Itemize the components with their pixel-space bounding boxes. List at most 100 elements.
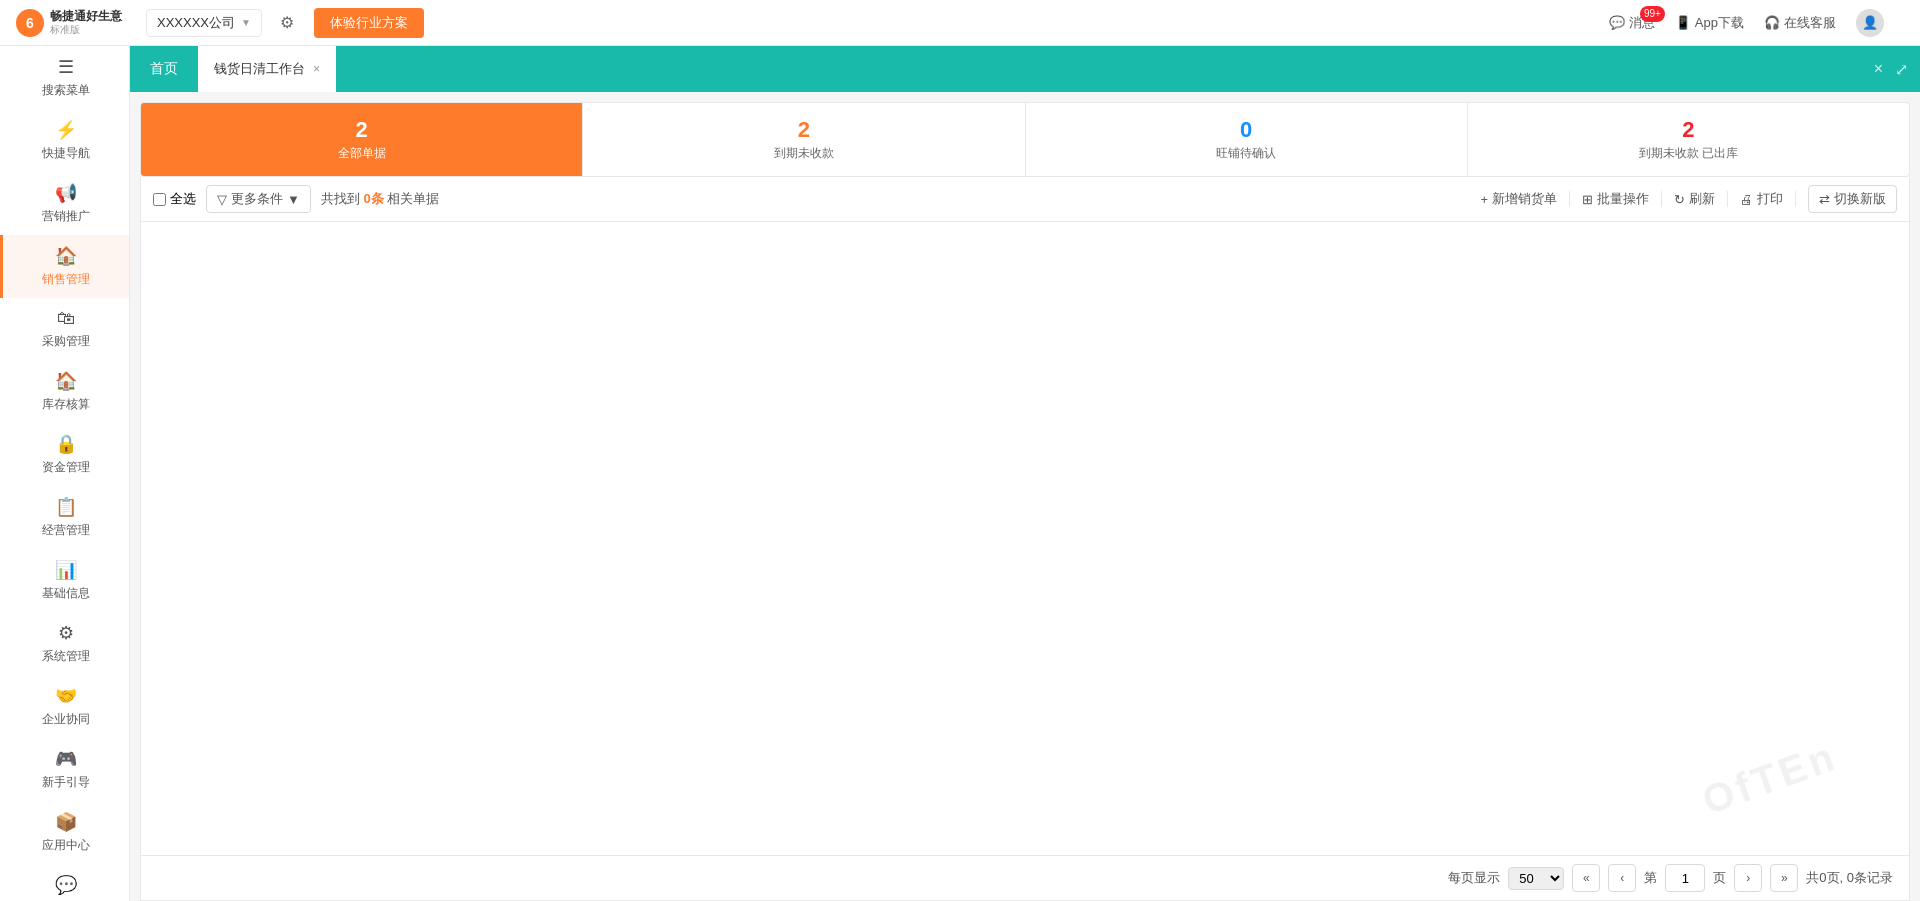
sidebar-label-operations: 经营管理	[42, 522, 90, 539]
settings-button[interactable]: ⚙	[272, 8, 302, 38]
sidebar-item-search-menu[interactable]: ☰ 搜索菜单	[0, 46, 129, 109]
tab-workbench-label: 钱货日清工作台	[214, 60, 305, 78]
sidebar-label-finance: 资金管理	[42, 459, 90, 476]
headset-icon: 🎧	[1764, 15, 1780, 30]
last-page-button[interactable]: »	[1770, 864, 1798, 892]
total-info: 共0页, 0条记录	[1806, 869, 1893, 887]
sidebar-item-wechat[interactable]: 💬 企业微信	[0, 864, 129, 901]
page-number-input[interactable]	[1665, 864, 1705, 892]
marketing-icon: 📢	[55, 182, 77, 204]
app-download-button[interactable]: 📱 App下载	[1675, 14, 1744, 32]
sidebar: ☰ 搜索菜单 ⚡ 快捷导航 📢 营销推广 🏠 销售管理 🛍 采购管理 🏠 库存核…	[0, 46, 130, 901]
select-all-text: 全选	[170, 190, 196, 208]
quick-nav-icon: ⚡	[55, 119, 77, 141]
stat-indicator-2	[1026, 173, 1467, 176]
divider2	[1661, 191, 1662, 207]
main-content: 首页 钱货日清工作台 × × ⤢ 2 全部单据 2 到期未收款 0 旺铺待确认	[130, 46, 1920, 901]
tab-workbench[interactable]: 钱货日清工作台 ×	[198, 46, 336, 92]
sidebar-item-app-center[interactable]: 📦 应用中心	[0, 801, 129, 864]
inventory-icon: 🏠	[55, 370, 77, 392]
app-center-icon: 📦	[55, 811, 77, 833]
next-page-button[interactable]: ›	[1734, 864, 1762, 892]
sidebar-item-quick-nav[interactable]: ⚡ 快捷导航	[0, 109, 129, 172]
basic-info-icon: 📊	[55, 559, 77, 581]
stat-label-3: 到期未收款 已出库	[1639, 145, 1738, 162]
company-name: XXXXXX公司	[157, 14, 235, 32]
sidebar-item-inventory[interactable]: 🏠 库存核算	[0, 360, 129, 423]
refresh-button[interactable]: ↻ 刷新	[1674, 190, 1715, 208]
switch-label: 切换新版	[1834, 190, 1886, 208]
print-button[interactable]: 🖨 打印	[1740, 190, 1783, 208]
tab-maximize-icon[interactable]: ⤢	[1895, 60, 1908, 79]
tab-bar: 首页 钱货日清工作台 × × ⤢	[130, 46, 1920, 92]
filter-button[interactable]: ▽ 更多条件 ▼	[206, 185, 311, 213]
content-area: 2 全部单据 2 到期未收款 0 旺铺待确认 2 到期未收款 已出库 全选	[130, 92, 1920, 901]
refresh-label: 刷新	[1689, 190, 1715, 208]
logo-sub: 标准版	[50, 24, 122, 36]
table-area	[140, 222, 1910, 856]
sidebar-item-enterprise[interactable]: 🤝 企业协同	[0, 675, 129, 738]
sidebar-item-guide[interactable]: 🎮 新手引导	[0, 738, 129, 801]
first-page-icon: «	[1583, 871, 1590, 885]
prev-page-icon: ‹	[1620, 871, 1624, 885]
add-label: 新增销货单	[1492, 190, 1557, 208]
company-selector[interactable]: XXXXXX公司 ▼	[146, 9, 262, 37]
last-page-icon: »	[1781, 871, 1788, 885]
stat-indicator-3	[1468, 173, 1909, 176]
sidebar-label-quick-nav: 快捷导航	[42, 145, 90, 162]
sidebar-label-enterprise: 企业协同	[42, 711, 90, 728]
sidebar-item-purchase[interactable]: 🛍 采购管理	[0, 298, 129, 360]
sidebar-item-system[interactable]: ⚙ 系统管理	[0, 612, 129, 675]
messages-button[interactable]: 💬 消息 99+	[1609, 14, 1655, 32]
sidebar-item-marketing[interactable]: 📢 营销推广	[0, 172, 129, 235]
trial-button[interactable]: 体验行业方案	[314, 8, 424, 38]
avatar[interactable]: 👤	[1856, 9, 1884, 37]
batch-icon: ⊞	[1582, 192, 1593, 207]
app-download-icon: 📱	[1675, 15, 1691, 30]
select-all-label[interactable]: 全选	[153, 190, 196, 208]
refresh-icon: ↻	[1674, 192, 1685, 207]
toolbar-right: + 新增销货单 ⊞ 批量操作 ↻ 刷新 🖨	[1480, 185, 1897, 213]
sidebar-item-operations[interactable]: 📋 经营管理	[0, 486, 129, 549]
found-count: 0条	[364, 191, 384, 206]
found-suffix: 相关单据	[387, 191, 439, 206]
stat-card-1[interactable]: 2 到期未收款	[583, 103, 1025, 176]
sidebar-item-finance[interactable]: 🔒 资金管理	[0, 423, 129, 486]
stat-number-2: 0	[1240, 117, 1252, 143]
messages-badge: 99+	[1640, 6, 1665, 22]
sidebar-item-sales[interactable]: 🏠 销售管理	[0, 235, 129, 298]
stat-card-0[interactable]: 2 全部单据	[141, 103, 583, 176]
app-layout: ☰ 搜索菜单 ⚡ 快捷导航 📢 营销推广 🏠 销售管理 🛍 采购管理 🏠 库存核…	[0, 46, 1920, 901]
batch-label: 批量操作	[1597, 190, 1649, 208]
tab-home[interactable]: 首页	[130, 46, 198, 92]
toolbar: 全选 ▽ 更多条件 ▼ 共找到 0条 相关单据 + 新增销货单	[140, 177, 1910, 222]
tab-actions: × ⤢	[1862, 60, 1920, 79]
add-icon: +	[1480, 192, 1488, 207]
dropdown-arrow-icon: ▼	[241, 17, 251, 28]
top-bar: 6 畅捷通好生意 标准版 XXXXXX公司 ▼ ⚙ 体验行业方案 💬 消息 99…	[0, 0, 1920, 46]
logo-main: 畅捷通好生意	[50, 9, 122, 23]
stat-indicator-0	[141, 173, 582, 176]
batch-operation-button[interactable]: ⊞ 批量操作	[1582, 190, 1649, 208]
sidebar-label-system: 系统管理	[42, 648, 90, 665]
prev-page-button[interactable]: ‹	[1608, 864, 1636, 892]
first-page-button[interactable]: «	[1572, 864, 1600, 892]
divider	[1569, 191, 1570, 207]
tab-close-icon[interactable]: ×	[313, 62, 320, 76]
settings-icon: ⚙	[280, 13, 294, 32]
stat-card-2[interactable]: 0 旺铺待确认	[1026, 103, 1468, 176]
pagination: 每页显示 50 100 200 « ‹ 第 页 ›	[140, 856, 1910, 901]
stat-label-0: 全部单据	[338, 145, 386, 162]
add-sale-button[interactable]: + 新增销货单	[1480, 190, 1557, 208]
search-menu-icon: ☰	[58, 56, 74, 78]
select-all-checkbox[interactable]	[153, 193, 166, 206]
sidebar-item-basic-info[interactable]: 📊 基础信息	[0, 549, 129, 612]
stat-number-1: 2	[798, 117, 810, 143]
stat-card-3[interactable]: 2 到期未收款 已出库	[1468, 103, 1909, 176]
online-service-button[interactable]: 🎧 在线客服	[1764, 14, 1836, 32]
stat-number-0: 2	[356, 117, 368, 143]
sidebar-label-basic-info: 基础信息	[42, 585, 90, 602]
per-page-select[interactable]: 50 100 200	[1508, 867, 1564, 890]
tab-minimize-icon[interactable]: ×	[1874, 60, 1883, 79]
switch-version-button[interactable]: ⇄ 切换新版	[1808, 185, 1897, 213]
